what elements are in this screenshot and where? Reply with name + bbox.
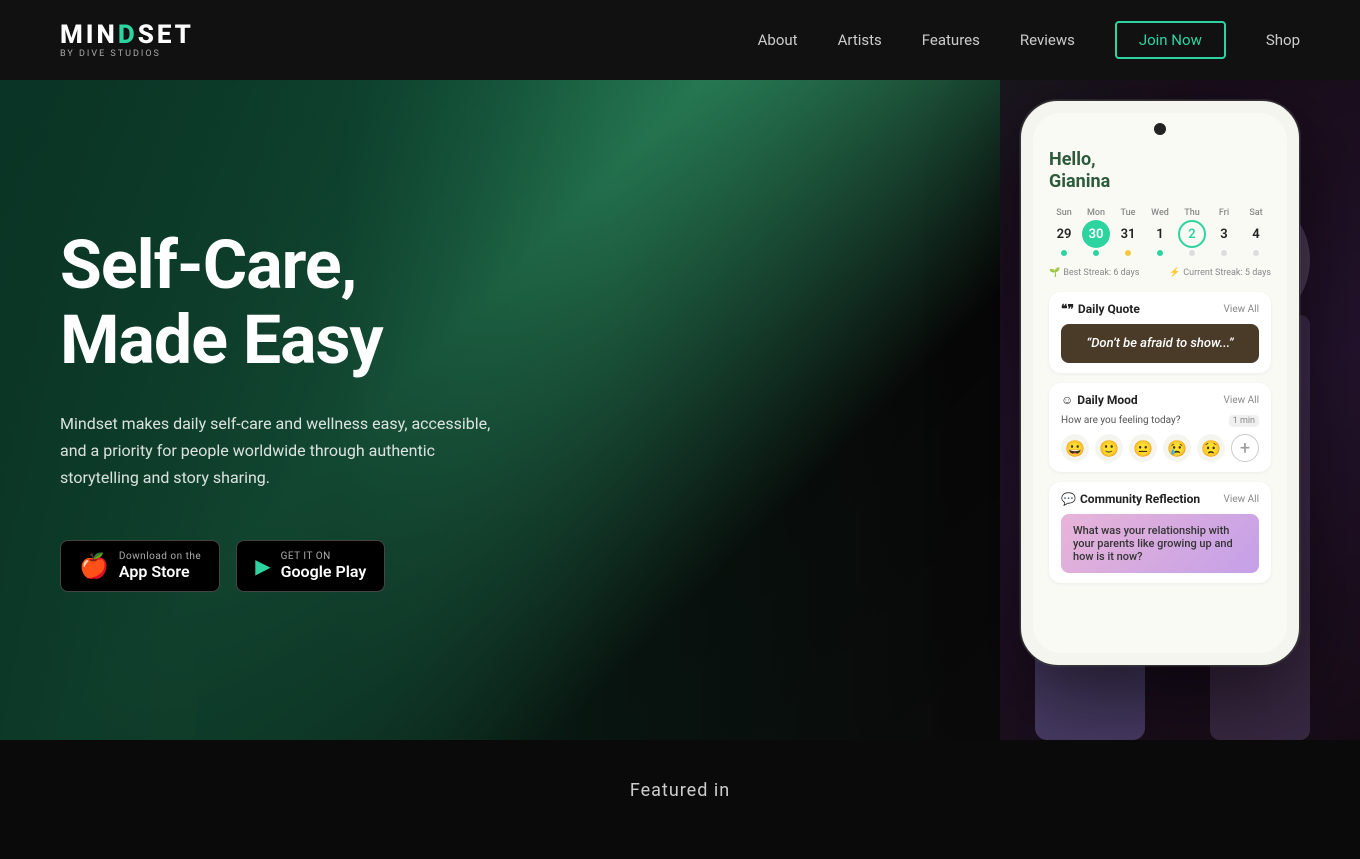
daily-quote-section: ❝❞ Daily Quote View All “Don’t be afraid… — [1049, 292, 1271, 373]
logo: MINDSET BY DIVE STUDIOS — [60, 22, 194, 59]
cal-day-wed: Wed 1 — [1145, 208, 1175, 256]
current-streak-icon: ⚡ — [1169, 268, 1180, 278]
daily-quote-header: ❝❞ Daily Quote View All — [1061, 302, 1259, 316]
phone-camera — [1154, 123, 1166, 135]
community-icon: 💬 — [1061, 492, 1076, 506]
quote-text: “Don’t be afraid to show...” — [1061, 324, 1259, 363]
cal-day-tue: Tue 31 — [1113, 208, 1143, 256]
mood-emoji-neutral[interactable]: 😐 — [1129, 434, 1157, 462]
google-play-icon: ▶ — [255, 556, 270, 576]
google-play-text: GET IT ON Google Play — [281, 551, 367, 581]
hero-title-line1: Self-Care, — [60, 225, 356, 305]
cal-day-fri: Fri 3 — [1209, 208, 1239, 256]
best-streak: 🌱 Best Streak: 6 days — [1049, 268, 1139, 278]
mood-emoji-row: 😀 🙂 😐 😢 😟 + — [1061, 434, 1259, 462]
cal-dot-wed — [1157, 250, 1163, 256]
cal-dot-fri — [1221, 250, 1227, 256]
app-store-top-label: Download on the — [119, 551, 201, 562]
logo-highlight: D — [118, 20, 138, 50]
greeting-line1: Hello, — [1049, 149, 1096, 170]
google-play-top-label: GET IT ON — [281, 551, 367, 562]
daily-mood-view-all[interactable]: View All — [1224, 395, 1259, 406]
hero-title-line2: Made Easy — [60, 300, 383, 380]
best-streak-icon: 🌱 — [1049, 268, 1060, 278]
cal-dot-sun — [1061, 250, 1067, 256]
daily-quote-title: ❝❞ Daily Quote — [1061, 302, 1140, 316]
community-title: 💬 Community Reflection — [1061, 492, 1200, 506]
phone-greeting: Hello, Gianina — [1049, 149, 1271, 192]
calendar-strip: Sun 29 Mon 30 Tue 31 — [1049, 208, 1271, 256]
nav-reviews[interactable]: Reviews — [1020, 31, 1075, 49]
daily-mood-header: ☺ Daily Mood View All — [1061, 393, 1259, 407]
google-play-button[interactable]: ▶ GET IT ON Google Play — [236, 540, 385, 592]
streak-row: 🌱 Best Streak: 6 days ⚡ Current Streak: … — [1049, 268, 1271, 278]
mood-emoji-slight-smile[interactable]: 🙂 — [1095, 434, 1123, 462]
nav-features[interactable]: Features — [922, 31, 980, 49]
logo-subtitle: BY DIVE STUDIOS — [60, 50, 194, 59]
featured-section: Featured in — [0, 740, 1360, 821]
community-header: 💬 Community Reflection View All — [1061, 492, 1259, 506]
daily-mood-title: ☺ Daily Mood — [1061, 393, 1138, 407]
cal-day-sat: Sat 4 — [1241, 208, 1271, 256]
phone-content: Hello, Gianina Sun 29 Mon 30 — [1033, 113, 1287, 653]
app-store-button[interactable]: 🍎 Download on the App Store — [60, 540, 220, 592]
mood-emoji-sad[interactable]: 😢 — [1163, 434, 1191, 462]
community-prompt-text: What was your relationship with your par… — [1061, 514, 1259, 573]
cal-dot-thu — [1189, 250, 1195, 256]
phone-screen: Hello, Gianina Sun 29 Mon 30 — [1033, 113, 1287, 653]
current-streak: ⚡ Current Streak: 5 days — [1169, 268, 1271, 278]
phone-outer: Hello, Gianina Sun 29 Mon 30 — [1020, 100, 1300, 666]
mood-more-button[interactable]: + — [1231, 434, 1259, 462]
cal-day-mon: Mon 30 — [1081, 208, 1111, 256]
app-download-buttons: 🍎 Download on the App Store ▶ GET IT ON … — [60, 540, 500, 592]
logo-text: MINDSET — [60, 22, 194, 48]
nav-join-now[interactable]: Join Now — [1115, 21, 1226, 59]
daily-mood-section: ☺ Daily Mood View All 1 min How are you … — [1049, 383, 1271, 472]
daily-quote-view-all[interactable]: View All — [1224, 304, 1259, 315]
mood-emoji-happy[interactable]: 😀 — [1061, 434, 1089, 462]
apple-icon: 🍎 — [79, 554, 109, 578]
community-section: 💬 Community Reflection View All What was… — [1049, 482, 1271, 583]
mood-emoji-worried[interactable]: 😟 — [1197, 434, 1225, 462]
app-store-text: Download on the App Store — [119, 551, 201, 581]
hero-description: Mindset makes daily self-care and wellne… — [60, 410, 500, 492]
community-view-all[interactable]: View All — [1224, 494, 1259, 505]
nav-shop[interactable]: Shop — [1266, 31, 1300, 49]
mood-time-badge: 1 min — [1229, 415, 1259, 427]
google-play-bottom-label: Google Play — [281, 562, 367, 581]
app-store-bottom-label: App Store — [119, 562, 201, 581]
nav-about[interactable]: About — [758, 31, 798, 49]
featured-title: Featured in — [60, 780, 1300, 801]
nav-artists[interactable]: Artists — [838, 31, 882, 49]
navigation: MINDSET BY DIVE STUDIOS About Artists Fe… — [0, 0, 1360, 80]
cal-day-sun: Sun 29 — [1049, 208, 1079, 256]
cal-dot-mon — [1093, 250, 1099, 256]
mood-question: 1 min How are you feeling today? — [1061, 415, 1259, 426]
mood-icon: ☺ — [1061, 393, 1073, 407]
hero-content: Self-Care, Made Easy Mindset makes daily… — [0, 228, 560, 591]
hero-title: Self-Care, Made Easy — [60, 228, 500, 378]
greeting-line2: Gianina — [1049, 171, 1110, 192]
quote-icon: ❝❞ — [1061, 302, 1074, 316]
nav-links: About Artists Features Reviews Join Now … — [758, 21, 1300, 59]
cal-dot-sat — [1253, 250, 1259, 256]
phone-mockup: Hello, Gianina Sun 29 Mon 30 — [1020, 100, 1300, 666]
cal-dot-tue — [1125, 250, 1131, 256]
hero-section: Self-Care, Made Easy Mindset makes daily… — [0, 80, 1360, 740]
cal-day-thu: Thu 2 — [1177, 208, 1207, 256]
